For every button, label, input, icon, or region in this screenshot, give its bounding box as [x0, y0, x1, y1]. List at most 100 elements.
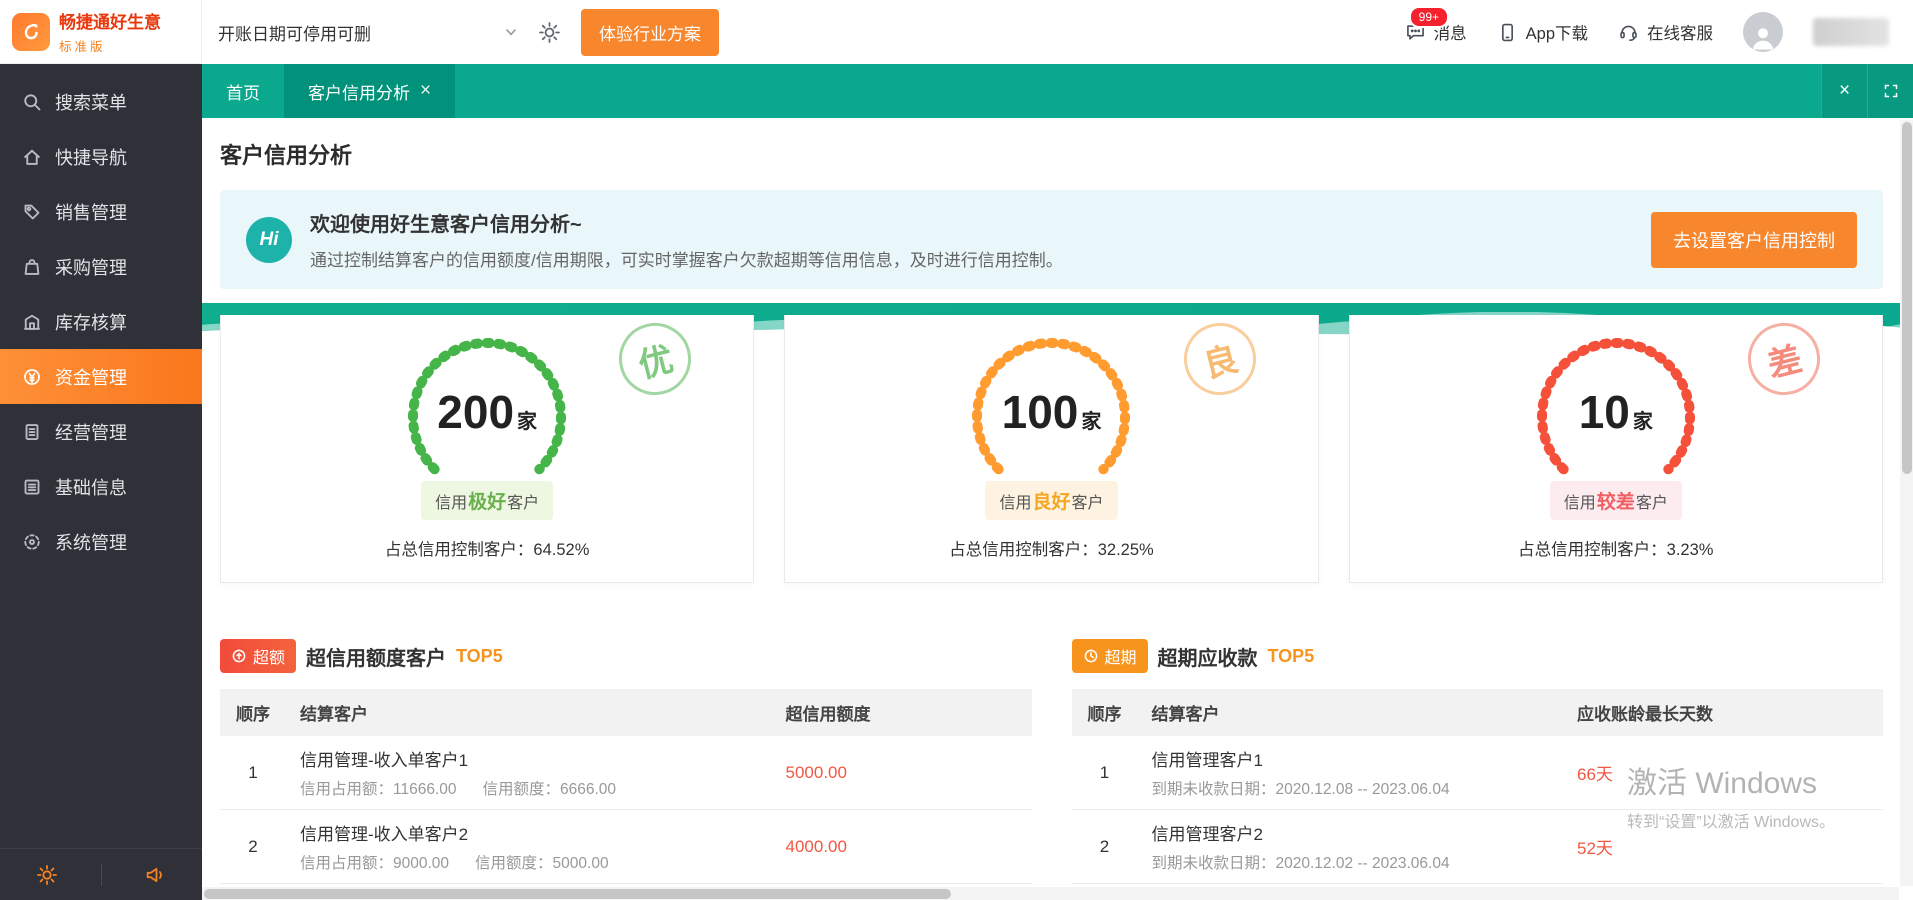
welcome-banner: Hi 欢迎使用好生意客户信用分析~ 通过控制结算客户的信用额度/信用期限，可实时… [220, 190, 1883, 289]
sidebar-item-sales-mgmt[interactable]: 销售管理 [0, 184, 202, 239]
page-title: 客户信用分析 [220, 143, 353, 168]
app-download-button[interactable]: App下载 [1497, 20, 1588, 44]
customer-name: 信用管理-收入单客户1 [300, 751, 469, 770]
vertical-scrollbar[interactable] [1900, 120, 1913, 886]
person-icon [1753, 28, 1773, 50]
credit-good-card: 100 家 良 信用良好客户 占总信用控制客户：32.25% [784, 315, 1319, 583]
chevron-down-icon [506, 29, 516, 36]
logo-icon [12, 12, 50, 51]
logo-subtitle: 标准版 [59, 40, 106, 54]
search-icon [22, 92, 42, 112]
over-credit-table-title: 超信用额度客户 [306, 647, 447, 670]
home-icon [22, 147, 42, 167]
over-credit-table: 超额 超信用额度客户 TOP5 顺序 结算客户 超信用额度 1 信用管理-收入单… [220, 639, 1032, 900]
sidebar-item-label: 基础信息 [55, 477, 127, 498]
over-limit-icon [232, 649, 246, 663]
app-root: 畅捷通好生意 标准版 搜索菜单 快捷导航 销售管理 采购管理 库存核算 资金管理… [0, 0, 1913, 900]
shopping-bag-icon [22, 257, 42, 277]
grade-badge: 信用良好客户 [985, 481, 1118, 520]
max-age-days-value: 52天 [1563, 809, 1883, 884]
excellent-gauge: 200 家 [372, 325, 602, 495]
gauge-cards: 200 家 优 信用极好客户 占总信用控制客户：64.52% 100 家 良 信… [202, 303, 1913, 583]
overdue-data-table: 顺序 结算客户 应收账龄最长天数 1 信用管理客户1 到期未收款日期：2020.… [1071, 689, 1883, 900]
sidebar-item-purchase-mgmt[interactable]: 采购管理 [0, 239, 202, 294]
vertical-scrollbar-thumb[interactable] [1901, 122, 1912, 475]
banner-title: 欢迎使用好生意客户信用分析~ [310, 214, 582, 236]
grade-stamp-excellent: 优 [611, 315, 699, 403]
online-service-label: 在线客服 [1647, 25, 1713, 43]
customer-detail: 到期未收款日期：2020.12.08 -- 2023.06.04 [1151, 781, 1450, 798]
col-order: 顺序 [1071, 689, 1138, 736]
tab-home[interactable]: 首页 [202, 64, 284, 118]
sidebar-item-label: 系统管理 [55, 532, 127, 553]
poor-count: 10 家 [1578, 386, 1653, 438]
sidebar-item-system-mgmt[interactable]: 系统管理 [0, 514, 202, 569]
tab-bar: 首页 客户信用分析 × × [202, 64, 1913, 118]
row-order: 1 [220, 736, 286, 810]
sidebar-item-search-menu[interactable]: 搜索菜单 [0, 74, 202, 129]
row-order: 2 [220, 809, 286, 884]
col-over-amount: 超信用额度 [771, 689, 1032, 736]
account-period-select[interactable]: 开账日期可停用可删 [218, 20, 518, 45]
username-redacted [1813, 18, 1889, 46]
row-customer: 信用管理-收入单客户2 信用占用额：9000.00 信用额度：5000.00 [286, 809, 772, 884]
close-all-tabs-icon[interactable]: × [1821, 64, 1867, 118]
grade-badge: 信用较差客户 [1549, 481, 1682, 520]
message-count-badge: 99+ [1408, 6, 1449, 28]
user-avatar[interactable] [1743, 12, 1783, 52]
table-row: 1 信用管理-收入单客户1 信用占用额：11666.00 信用额度：6666.00… [220, 736, 1032, 810]
headset-icon [1620, 25, 1637, 41]
hi-badge: Hi [246, 216, 292, 263]
sidebar-item-label: 库存核算 [55, 312, 127, 333]
list-icon [22, 477, 42, 497]
announcement-icon[interactable] [144, 864, 166, 886]
logo-title: 畅捷通好生意 [59, 13, 161, 32]
fullscreen-icon[interactable] [1867, 64, 1913, 118]
sidebar-item-label: 经营管理 [55, 422, 127, 443]
online-service-button[interactable]: 在线客服 [1618, 20, 1713, 44]
app-download-label: App下载 [1525, 25, 1588, 43]
horizontal-scrollbar[interactable] [202, 887, 1899, 900]
horizontal-scrollbar-thumb[interactable] [204, 888, 951, 899]
setup-credit-control-button[interactable]: 去设置客户信用控制 [1651, 211, 1857, 268]
row-order: 2 [1071, 809, 1138, 884]
topbar: 开账日期可停用可删 体验行业方案 99+ 消息 App下载 在线客服 [202, 0, 1913, 64]
messages-button[interactable]: 99+ 消息 [1405, 6, 1467, 44]
tab-credit-analysis-label: 客户信用分析 [308, 83, 410, 103]
sidebar-item-label: 销售管理 [55, 202, 127, 223]
good-count: 100 家 [1001, 386, 1102, 438]
top5-tables: 超额 超信用额度客户 TOP5 顺序 结算客户 超信用额度 1 信用管理-收入单… [220, 639, 1883, 900]
credit-poor-card: 10 家 差 信用较差客户 占总信用控制客户：3.23% [1348, 315, 1883, 583]
settings-gear-icon[interactable] [538, 21, 561, 44]
tab-credit-analysis[interactable]: 客户信用分析 × [284, 64, 456, 118]
share-of-controlled: 占总信用控制客户：3.23% [1518, 541, 1714, 559]
share-of-controlled: 占总信用控制客户：32.25% [949, 541, 1154, 559]
sidebar-item-label: 快捷导航 [55, 147, 127, 168]
overdue-receivables-table: 超期 超期应收款 TOP5 顺序 结算客户 应收账龄最长天数 1 信用管理客户1… [1071, 639, 1883, 900]
sidebar-item-basic-info[interactable]: 基础信息 [0, 459, 202, 514]
sidebar-item-fund-mgmt[interactable]: 资金管理 [0, 349, 202, 404]
grade-stamp-good: 良 [1176, 315, 1264, 403]
app-logo: 畅捷通好生意 标准版 [0, 0, 202, 64]
over-limit-badge: 超额 [220, 639, 297, 673]
over-credit-data-table: 顺序 结算客户 超信用额度 1 信用管理-收入单客户1 信用占用额：11666.… [220, 689, 1032, 900]
tab-close-icon[interactable]: × [420, 80, 431, 102]
table-row: 2 信用管理-收入单客户2 信用占用额：9000.00 信用额度：5000.00 … [220, 809, 1032, 884]
sidebar-item-quick-nav[interactable]: 快捷导航 [0, 129, 202, 184]
table-row: 2 信用管理客户2 到期未收款日期：2020.12.02 -- 2023.06.… [1071, 809, 1883, 884]
sidebar-item-business-mgmt[interactable]: 经营管理 [0, 404, 202, 459]
topbar-right: 99+ 消息 App下载 在线客服 [1405, 6, 1889, 52]
banner-text: 欢迎使用好生意客户信用分析~ 通过控制结算客户的信用额度/信用期限，可实时掌握客… [310, 208, 1063, 271]
account-period-value: 开账日期可停用可删 [218, 24, 371, 44]
col-customer: 结算客户 [286, 689, 772, 736]
over-credit-table-head: 超额 超信用额度客户 TOP5 [220, 639, 1032, 673]
table-header-row: 顺序 结算客户 超信用额度 [220, 689, 1032, 736]
main-area: 开账日期可停用可删 体验行业方案 99+ 消息 App下载 在线客服 首页 客户… [202, 0, 1913, 900]
grade-badge: 信用极好客户 [421, 481, 554, 520]
trial-solution-button[interactable]: 体验行业方案 [581, 8, 719, 56]
customer-name: 信用管理-收入单客户2 [300, 825, 469, 844]
settings-gear-icon[interactable] [36, 864, 58, 886]
poor-gauge: 10 家 [1501, 325, 1731, 495]
sidebar: 畅捷通好生意 标准版 搜索菜单 快捷导航 销售管理 采购管理 库存核算 资金管理… [0, 0, 202, 900]
sidebar-item-inventory-accounting[interactable]: 库存核算 [0, 294, 202, 349]
